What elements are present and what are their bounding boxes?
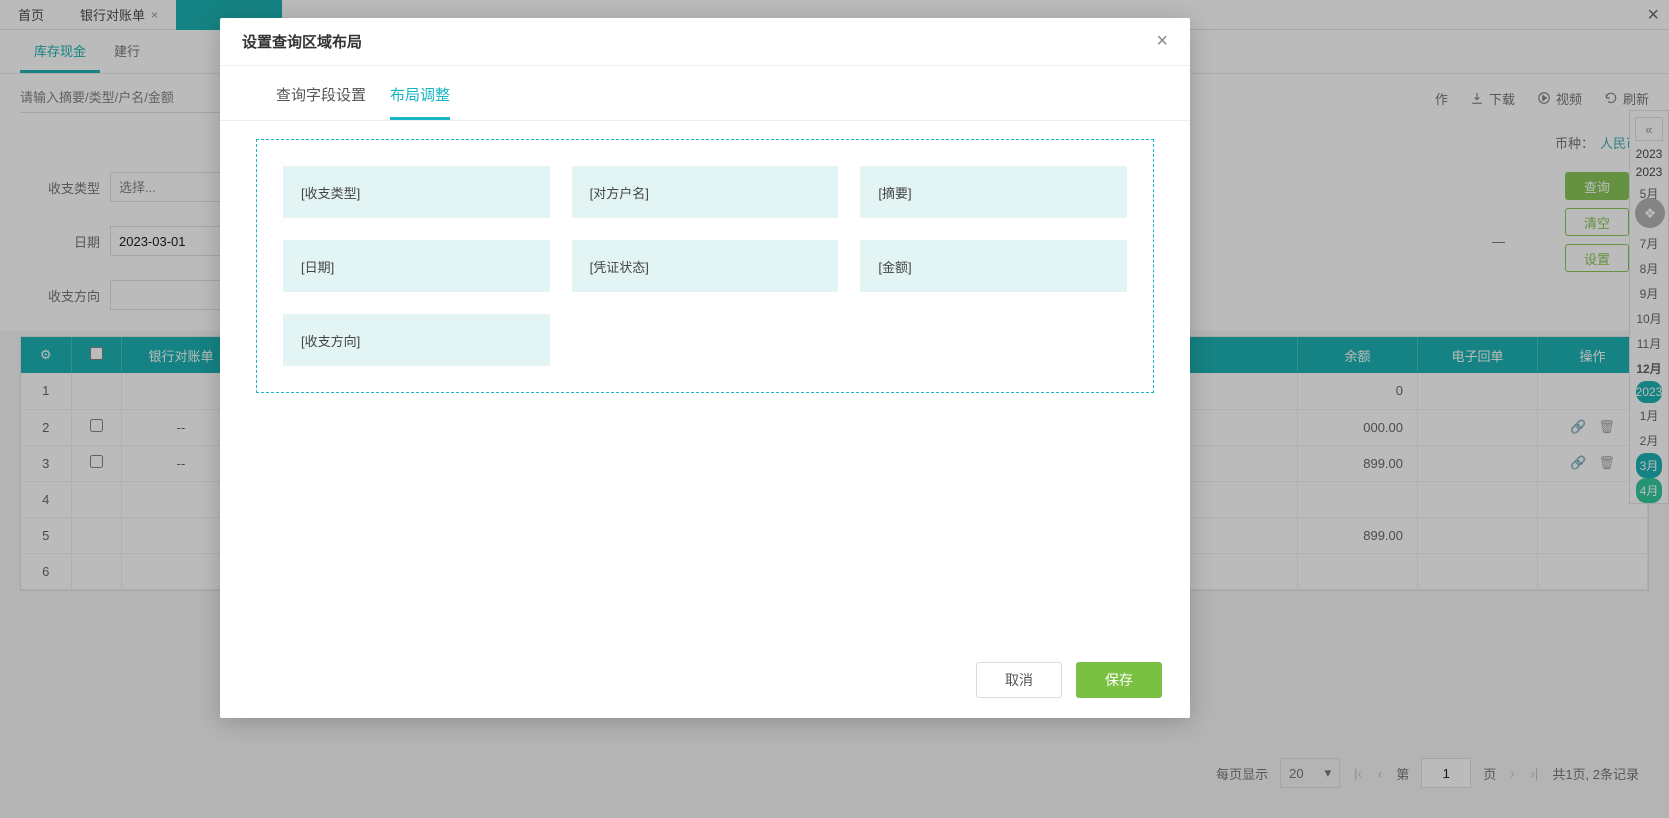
modal-title: 设置查询区域布局 bbox=[242, 31, 362, 52]
layout-chip[interactable]: [收支方向] bbox=[283, 314, 550, 366]
layout-settings-modal: 设置查询区域布局 × 查询字段设置 布局调整 [收支类型][对方户名][摘要][… bbox=[220, 18, 1190, 718]
modal-tab-fields[interactable]: 查询字段设置 bbox=[276, 84, 366, 120]
save-button[interactable]: 保存 bbox=[1076, 662, 1162, 698]
layout-chip[interactable]: [凭证状态] bbox=[572, 240, 839, 292]
layout-chip[interactable]: [金额] bbox=[860, 240, 1127, 292]
layout-chip[interactable]: [对方户名] bbox=[572, 166, 839, 218]
cancel-button[interactable]: 取消 bbox=[976, 662, 1062, 698]
modal-close-icon[interactable]: × bbox=[1156, 30, 1168, 53]
layout-chip[interactable]: [摘要] bbox=[860, 166, 1127, 218]
layout-chip[interactable]: [收支类型] bbox=[283, 166, 550, 218]
layout-chip[interactable]: [日期] bbox=[283, 240, 550, 292]
layout-drop-zone[interactable]: [收支类型] [对方户名] [摘要] [日期] [凭证状态] [金额] [收支方向] bbox=[256, 139, 1154, 393]
modal-tab-layout[interactable]: 布局调整 bbox=[390, 84, 450, 120]
